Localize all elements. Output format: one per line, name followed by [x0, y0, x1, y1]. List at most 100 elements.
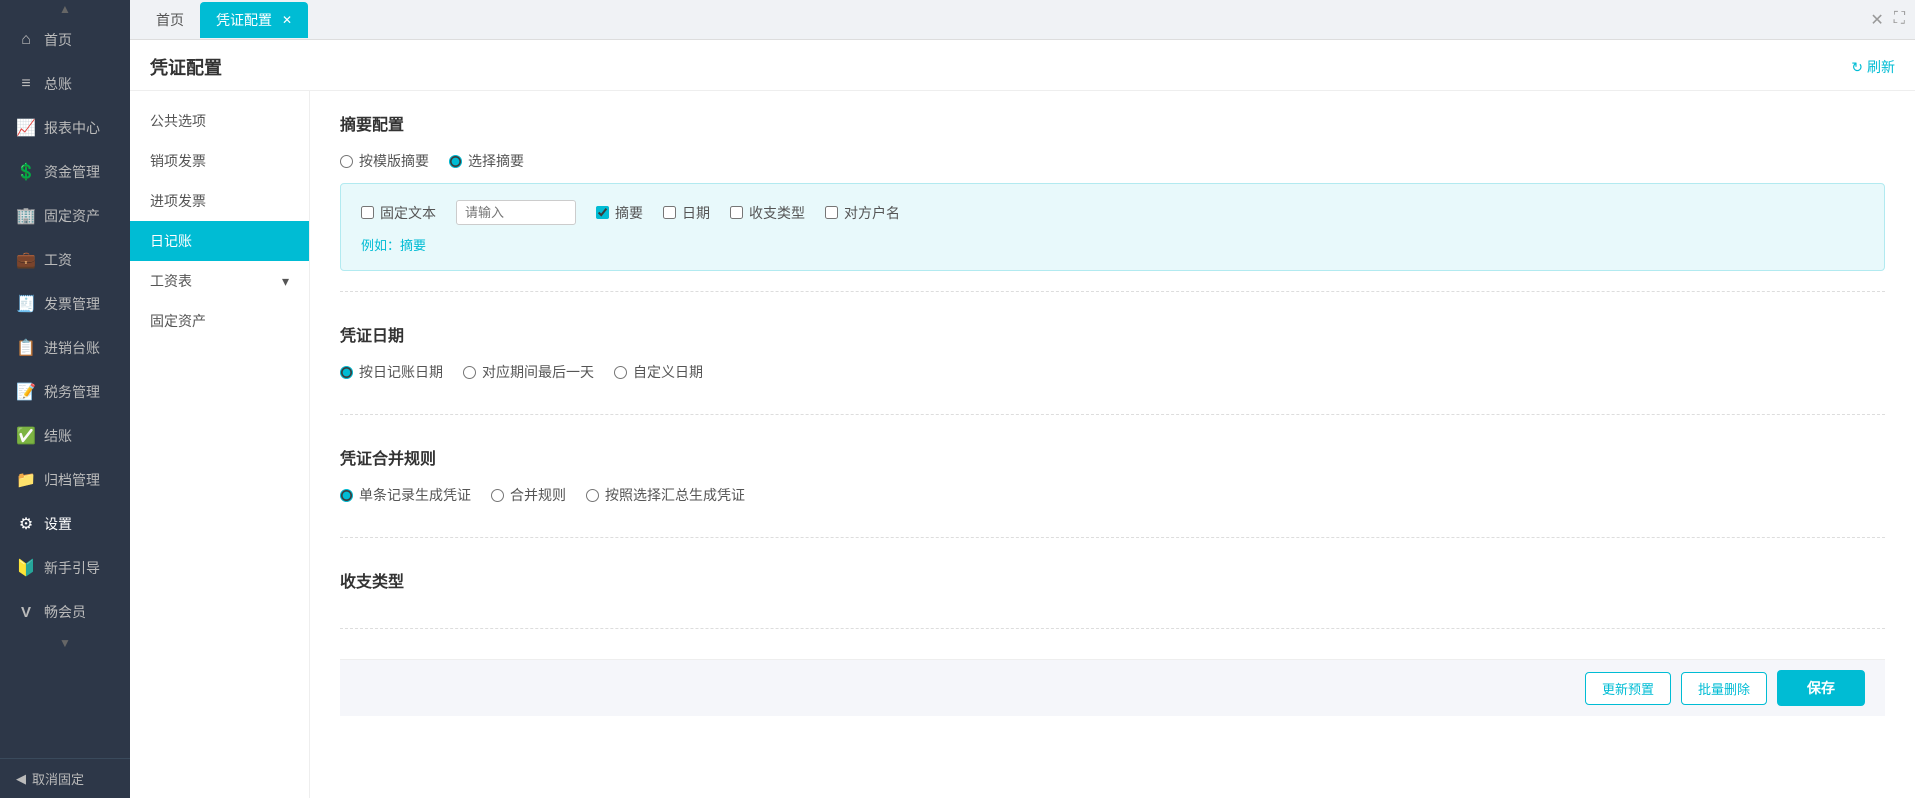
page-title: 凭证配置	[150, 54, 222, 80]
radio-journal-date-label: 按日记账日期	[359, 362, 443, 382]
date-radio-group: 按日记账日期 对应期间最后一天 自定义日期	[340, 362, 1885, 382]
radio-merge-rules[interactable]: 合并规则	[491, 485, 566, 505]
sidebar-item-vip[interactable]: V 畅会员	[0, 590, 130, 634]
sidebar-item-label: 畅会员	[44, 602, 86, 622]
tab-bar: 首页 凭证配置 ✕ ✕ ⛶	[130, 0, 1915, 40]
sidebar-item-label: 发票管理	[44, 294, 100, 314]
left-nav-item-purchase-invoice[interactable]: 进项发票	[130, 181, 309, 221]
radio-template-summary[interactable]: 按模版摘要	[340, 151, 429, 171]
ledger-icon: ≡	[16, 75, 36, 93]
refresh-button[interactable]: ↻ 刷新	[1851, 57, 1895, 77]
merge-section: 凭证合并规则 单条记录生成凭证 合并规则 按照选择汇总生成凭证	[340, 445, 1885, 538]
home-icon: ⌂	[16, 31, 36, 49]
date-section: 凭证日期 按日记账日期 对应期间最后一天 自定义日期	[340, 322, 1885, 415]
sales-ledger-icon: 📋	[16, 338, 36, 358]
refresh-label: 刷新	[1867, 57, 1895, 77]
summary-section-title: 摘要配置	[340, 111, 1885, 135]
left-nav: 公共选项 销项发票 进项发票 日记账 工资表 ▾ 固定资产	[130, 91, 310, 798]
tab-voucher-config[interactable]: 凭证配置 ✕	[200, 2, 308, 38]
sidebar-item-archive[interactable]: 📁 归档管理	[0, 458, 130, 502]
radio-select-merge-label: 按照选择汇总生成凭证	[605, 485, 745, 505]
refresh-icon: ↻	[1851, 59, 1863, 76]
content-area: 公共选项 销项发票 进项发票 日记账 工资表 ▾ 固定资产 摘要配置	[130, 91, 1915, 798]
left-nav-item-journal[interactable]: 日记账	[130, 221, 309, 261]
tab-home[interactable]: 首页	[140, 2, 200, 38]
checkbox-summary[interactable]: 摘要	[596, 203, 643, 223]
sidebar-item-settlement[interactable]: ✅ 结账	[0, 414, 130, 458]
radio-period-last[interactable]: 对应期间最后一天	[463, 362, 594, 382]
checkbox-income-type[interactable]: 收支类型	[730, 203, 805, 223]
tab-home-label: 首页	[156, 10, 184, 30]
sidebar-item-assets[interactable]: 🏢 固定资产	[0, 194, 130, 238]
sidebar-item-reports[interactable]: 📈 报表中心	[0, 106, 130, 150]
vip-icon: V	[16, 604, 36, 621]
checkbox-counterpart-label: 对方户名	[844, 203, 900, 223]
unpin-icon: ◀	[16, 771, 26, 787]
checkbox-date[interactable]: 日期	[663, 203, 710, 223]
batch-delete-button[interactable]: 批量删除	[1681, 672, 1767, 705]
left-nav-item-public[interactable]: 公共选项	[130, 101, 309, 141]
radio-custom-date-label: 自定义日期	[633, 362, 703, 382]
settings-icon: ⚙	[16, 514, 36, 534]
sidebar-item-label: 归档管理	[44, 470, 100, 490]
bottom-action-bar: 更新预置 批量删除 保存	[340, 659, 1885, 716]
sidebar-item-tax[interactable]: 📝 税务管理	[0, 370, 130, 414]
sidebar-item-sales-ledger[interactable]: 📋 进销台账	[0, 326, 130, 370]
payroll-icon: 💼	[16, 250, 36, 270]
chevron-down-icon: ▾	[282, 273, 289, 290]
tab-bar-actions: ✕ ⛶	[1870, 10, 1905, 30]
radio-merge-rules-label: 合并规则	[510, 485, 566, 505]
example-text: 例如：摘要	[361, 235, 1864, 254]
assets-icon: 🏢	[16, 206, 36, 226]
sidebar-item-label: 新手引导	[44, 558, 100, 578]
left-nav-label: 日记账	[150, 231, 192, 251]
radio-select-summary-label: 选择摘要	[468, 151, 524, 171]
radio-journal-date[interactable]: 按日记账日期	[340, 362, 443, 382]
update-preset-button[interactable]: 更新预置	[1585, 672, 1671, 705]
save-button[interactable]: 保存	[1777, 670, 1865, 706]
window-expand-icon[interactable]: ⛶	[1894, 10, 1905, 30]
reports-icon: 📈	[16, 118, 36, 138]
sidebar-item-payroll[interactable]: 💼 工资	[0, 238, 130, 282]
guide-icon: 🔰	[16, 558, 36, 578]
summary-checkbox-row: 固定文本 摘要 日期 收支类型	[361, 200, 1864, 225]
left-nav-item-fixed-assets[interactable]: 固定资产	[130, 301, 309, 341]
radio-select-summary[interactable]: 选择摘要	[449, 151, 524, 171]
sidebar-item-funds[interactable]: 💲 资金管理	[0, 150, 130, 194]
radio-template-summary-label: 按模版摘要	[359, 151, 429, 171]
income-type-section-title: 收支类型	[340, 568, 1885, 592]
left-nav-item-sales-invoice[interactable]: 销项发票	[130, 141, 309, 181]
checkbox-fixed-text[interactable]: 固定文本	[361, 203, 436, 223]
summary-radio-group: 按模版摘要 选择摘要	[340, 151, 1885, 171]
page-header: 凭证配置 ↻ 刷新	[130, 40, 1915, 91]
sidebar-item-label: 资金管理	[44, 162, 100, 182]
tab-close-icon[interactable]: ✕	[282, 13, 292, 27]
radio-select-merge[interactable]: 按照选择汇总生成凭证	[586, 485, 745, 505]
radio-single-record-label: 单条记录生成凭证	[359, 485, 471, 505]
left-nav-item-payroll-table[interactable]: 工资表 ▾	[130, 261, 309, 301]
right-content: 摘要配置 按模版摘要 选择摘要 固定文本	[310, 91, 1915, 798]
checkbox-counterpart[interactable]: 对方户名	[825, 203, 900, 223]
sidebar-item-label: 税务管理	[44, 382, 100, 402]
sidebar-item-guide[interactable]: 🔰 新手引导	[0, 546, 130, 590]
sidebar-item-home[interactable]: ⌂ 首页	[0, 18, 130, 62]
window-close-icon[interactable]: ✕	[1870, 10, 1883, 30]
sidebar-unpin-button[interactable]: ◀ 取消固定	[0, 758, 130, 798]
sidebar-item-label: 结账	[44, 426, 72, 446]
sidebar-item-settings[interactable]: ⚙ 设置	[0, 502, 130, 546]
sidebar-scroll-down[interactable]: ▼	[0, 634, 130, 652]
merge-radio-group: 单条记录生成凭证 合并规则 按照选择汇总生成凭证	[340, 485, 1885, 505]
sidebar: ▲ ⌂ 首页 ≡ 总账 📈 报表中心 💲 资金管理 🏢 固定资产 💼 工资 🧾 …	[0, 0, 130, 798]
checkbox-date-label: 日期	[682, 203, 710, 223]
summary-checkbox-area: 固定文本 摘要 日期 收支类型	[340, 183, 1885, 271]
sidebar-item-ledger[interactable]: ≡ 总账	[0, 62, 130, 106]
main-area: 首页 凭证配置 ✕ ✕ ⛶ 凭证配置 ↻ 刷新 公共选项 销项发票 进	[130, 0, 1915, 798]
radio-single-record[interactable]: 单条记录生成凭证	[340, 485, 471, 505]
fixed-text-input[interactable]	[456, 200, 576, 225]
sidebar-item-invoice-mgmt[interactable]: 🧾 发票管理	[0, 282, 130, 326]
checkbox-fixed-text-label: 固定文本	[380, 203, 436, 223]
left-nav-label: 公共选项	[150, 111, 206, 131]
sidebar-item-label: 首页	[44, 30, 72, 50]
radio-custom-date[interactable]: 自定义日期	[614, 362, 703, 382]
sidebar-scroll-up[interactable]: ▲	[0, 0, 130, 18]
